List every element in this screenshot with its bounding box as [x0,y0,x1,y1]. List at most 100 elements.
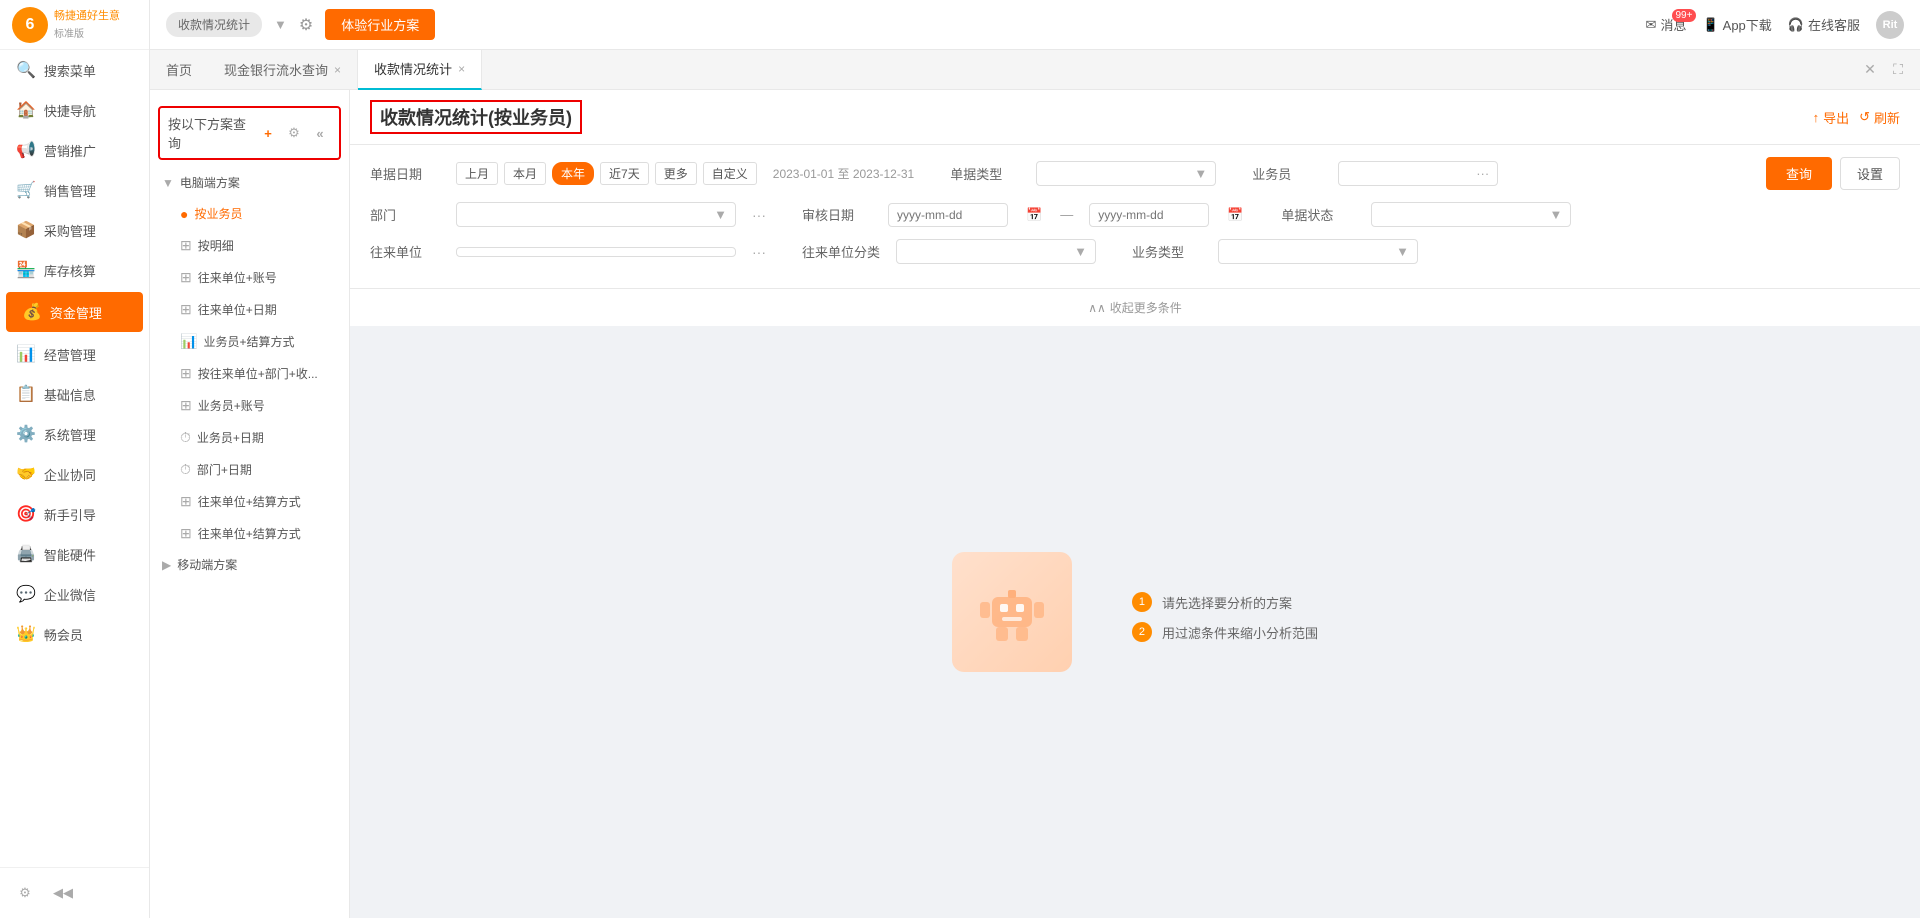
filter-row-2: 部门 ▼ ··· 审核日期 📅 — 📅 单据状态 [370,202,1900,227]
sidebar-label-system: 系统管理 [44,425,96,444]
sidebar-item-system[interactable]: ⚙️ 系统管理 [0,414,149,454]
sidebar-item-hardware[interactable]: 🖨️ 智能硬件 [0,534,149,574]
collapse-more-btn[interactable]: ∧∧ 收起更多条件 [1088,299,1182,316]
date-btn-this-year[interactable]: 本年 [552,162,594,185]
desktop-section-label: 电脑端方案 [180,174,240,191]
sidebar-label-marketing: 营销推广 [44,141,96,160]
message-btn[interactable]: ✉ 消息 99+ [1646,15,1687,34]
sidebar-item-corp[interactable]: 🤝 企业协同 [0,454,149,494]
panel-item-salesperson-date[interactable]: ⏱ 业务员+日期 [156,422,343,453]
online-service-btn[interactable]: 🎧 在线客服 [1788,15,1860,34]
query-btn[interactable]: 查询 [1766,157,1832,190]
panel-item-partner-settle1[interactable]: ⊞ 往来单位+结算方式 [156,486,343,517]
step-2-text: 用过滤条件来缩小分析范围 [1162,623,1318,642]
panel-collapse-btn[interactable]: « [309,122,331,144]
panel-item-dept-date[interactable]: ⏱ 部门+日期 [156,454,343,485]
panel-item-partner-settle2[interactable]: ⊞ 往来单位+结算方式 [156,518,343,549]
review-date-end[interactable] [1089,203,1209,227]
inventory-icon: 🏪 [16,260,36,280]
biz-type-arrow: ▼ [1396,244,1409,259]
sidebar-item-search[interactable]: 🔍 搜索菜单 [0,50,149,90]
wechat-icon: 💬 [16,584,36,604]
date-quick-group: 上月 本月 本年 近7天 更多 自定义 [456,162,757,185]
collapse-sidebar-btn[interactable]: ◀◀ [48,878,78,908]
doc-type-select[interactable]: ▼ [1036,161,1216,186]
salesperson-label: 业务员 [1252,164,1322,183]
setting-btn[interactable]: 设置 [1840,157,1900,190]
sidebar-label-purchase: 采购管理 [44,221,96,240]
dept-label: 部门 [370,205,440,224]
dept-select[interactable]: ▼ [456,202,736,227]
step-1-number: 1 [1132,592,1152,612]
user-avatar[interactable]: Rit [1876,11,1904,39]
sidebar-item-finance[interactable]: 💰 资金管理 [6,292,143,332]
export-btn[interactable]: ↑ 导出 [1813,108,1850,127]
salesperson-date-icon: ⏱ [180,429,191,446]
tabbar-close-btn[interactable]: ✕ [1856,56,1884,84]
sidebar-item-guide[interactable]: 🎯 新手引导 [0,494,149,534]
tab-home[interactable]: 首页 [150,50,208,90]
sidebar-item-member[interactable]: 👑 畅会员 [0,614,149,654]
doc-status-select[interactable]: ▼ [1371,202,1571,227]
salesperson-select[interactable]: ··· [1338,161,1498,186]
sidebar-item-wechat[interactable]: 💬 企业微信 [0,574,149,614]
sidebar-item-purchase[interactable]: 📦 采购管理 [0,210,149,250]
settings-bottom-btn[interactable]: ⚙ [10,878,40,908]
sidebar-item-operation[interactable]: 📊 经营管理 [0,334,149,374]
basic-icon: 📋 [16,384,36,404]
tab-collection[interactable]: 收款情况统计 × [358,50,482,90]
panel-item-by-detail[interactable]: ⊞ 按明细 [156,230,343,261]
tabbar-expand-btn[interactable]: ⛶ [1884,56,1912,84]
filter-area: 单据日期 上月 本月 本年 近7天 更多 自定义 2023-01-01 至 20… [350,145,1920,289]
partner-category-select[interactable]: ▼ [896,239,1096,264]
topbar-gear-icon[interactable]: ⚙ [299,15,313,35]
panel-item-partner-date[interactable]: ⊞ 往来单位+日期 [156,294,343,325]
date-btn-custom[interactable]: 自定义 [703,162,757,185]
partner-select[interactable] [456,247,736,257]
refresh-btn[interactable]: ↺ 刷新 [1859,108,1900,127]
app-download-btn[interactable]: 📱 App下载 [1702,15,1771,34]
guide-icon: 🎯 [16,504,36,524]
date-btn-this-month[interactable]: 本月 [504,162,546,185]
sidebar-item-quicknav[interactable]: 🏠 快捷导航 [0,90,149,130]
mobile-section-title[interactable]: ▶ 移动端方案 [150,550,349,579]
panel-add-btn[interactable]: + [257,122,279,144]
desktop-section-title[interactable]: ▼ 电脑端方案 [150,168,349,197]
mobile-section-label: 移动端方案 [177,556,237,573]
panel-item-by-salesperson[interactable]: ● 按业务员 [156,198,343,229]
biz-type-label: 业务类型 [1132,242,1202,261]
panel-settings-btn[interactable]: ⚙ [283,122,305,144]
review-date-start-cal[interactable]: 📅 [1026,207,1042,223]
dept-date-icon: ⏱ [180,461,191,478]
panel-item-partner-dept-collect[interactable]: ⊞ 按往来单位+部门+收... [156,358,343,389]
tab-collection-close[interactable]: × [458,62,465,76]
topbar-dropdown-arrow[interactable]: ▼ [274,17,287,32]
panel-item-partner-account[interactable]: ⊞ 往来单位+账号 [156,262,343,293]
service-label: 在线客服 [1808,15,1860,34]
sidebar-item-marketing[interactable]: 📢 营销推广 [0,130,149,170]
topbar-right: ✉ 消息 99+ 📱 App下载 🎧 在线客服 Rit [1646,11,1904,39]
desktop-section-arrow: ▼ [162,176,174,190]
logo-icon: 6 [12,7,48,43]
panel-item-salesperson-account[interactable]: ⊞ 业务员+账号 [156,390,343,421]
review-date-end-cal[interactable]: 📅 [1227,207,1243,223]
review-date-start[interactable] [888,203,1008,227]
partner-settle1-icon: ⊞ [180,493,192,510]
tab-cashflow-close[interactable]: × [334,63,341,77]
biz-type-select[interactable]: ▼ [1218,239,1418,264]
partner-more-dots[interactable]: ··· [752,244,766,260]
detail-item-icon: ⊞ [180,237,192,254]
panel-item-salesperson-settle[interactable]: 📊 业务员+结算方式 [156,326,343,357]
date-btn-7days[interactable]: 近7天 [600,162,649,185]
date-btn-more[interactable]: 更多 [655,162,697,185]
panel-item-label-partner-dept: 按往来单位+部门+收... [198,365,318,382]
sidebar-item-sales[interactable]: 🛒 销售管理 [0,170,149,210]
date-btn-prev-month[interactable]: 上月 [456,162,498,185]
trial-btn[interactable]: 体验行业方案 [325,9,435,40]
sidebar-item-basic[interactable]: 📋 基础信息 [0,374,149,414]
dept-more-dots[interactable]: ··· [752,207,766,223]
tab-cashflow[interactable]: 现金银行流水查询 × [208,50,358,90]
sidebar-item-inventory[interactable]: 🏪 库存核算 [0,250,149,290]
empty-step-1: 1 请先选择要分析的方案 [1132,592,1318,612]
empty-content: 1 请先选择要分析的方案 2 用过滤条件来缩小分析范围 [952,552,1318,692]
